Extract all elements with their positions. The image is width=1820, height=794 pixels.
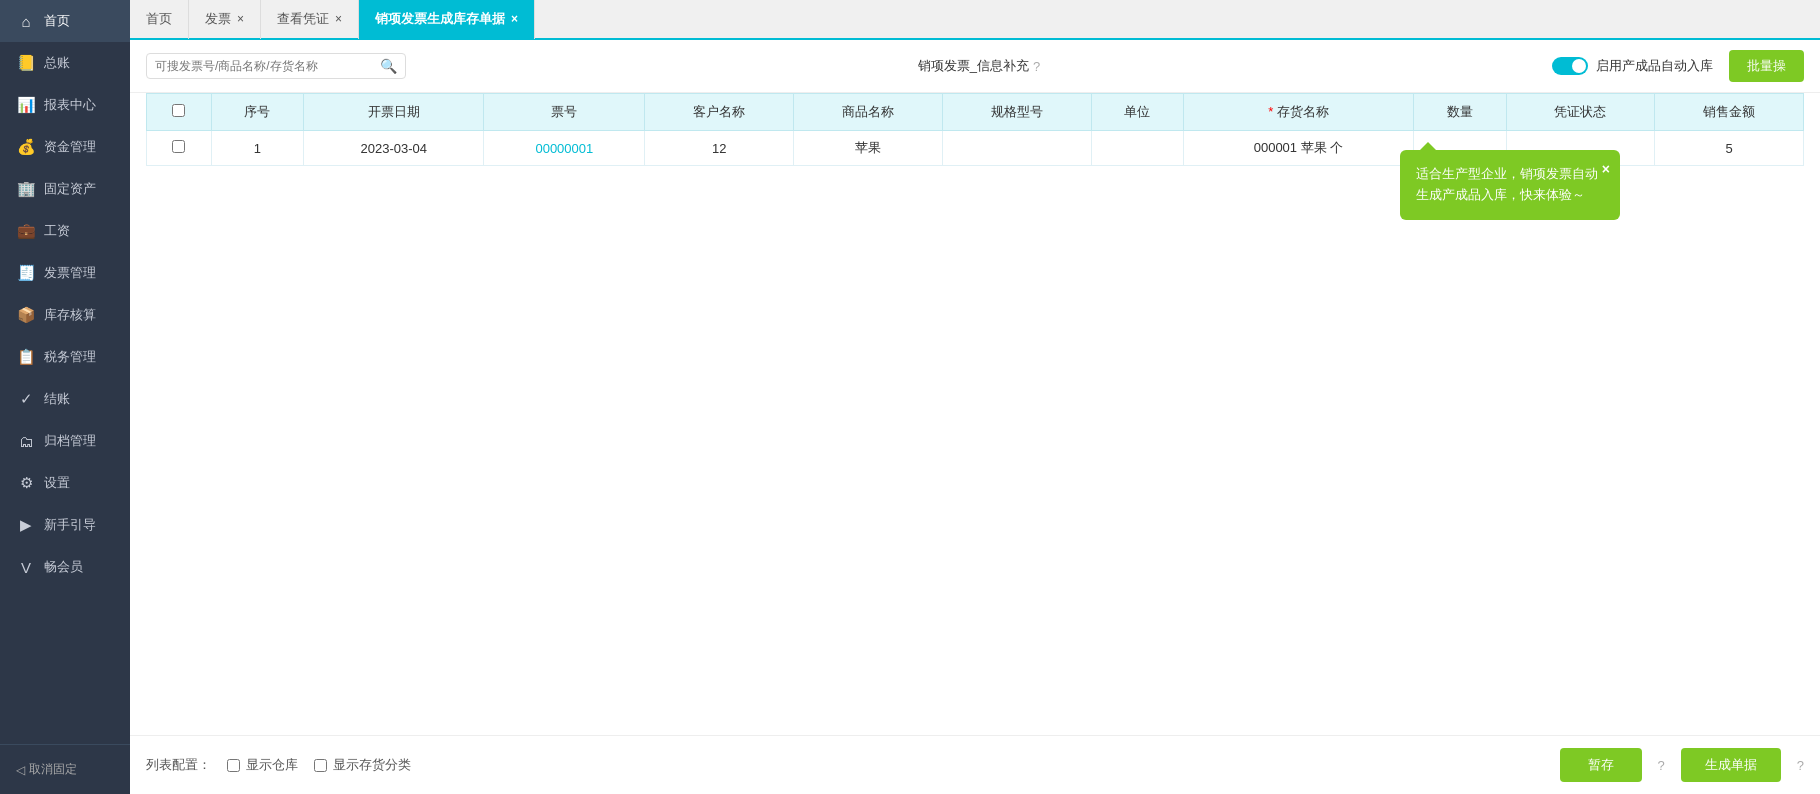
sidebar-item-inventory[interactable]: 📦 库存核算 <box>0 294 130 336</box>
tab-invoice[interactable]: 发票 × <box>189 0 261 39</box>
sidebar-item-archive[interactable]: 🗂 归档管理 <box>0 420 130 462</box>
sidebar-item-tax[interactable]: 📋 税务管理 <box>0 336 130 378</box>
cell-customer: 12 <box>645 131 794 166</box>
list-config-label: 列表配置： <box>146 756 211 774</box>
th-customer: 客户名称 <box>645 94 794 131</box>
auto-warehouse-toggle[interactable] <box>1552 57 1588 75</box>
show-warehouse-label[interactable]: 显示仓库 <box>227 756 298 774</box>
reports-icon: 📊 <box>16 96 36 114</box>
tabbar: 首页 发票 × 查看凭证 × 销项发票生成库存单据 × <box>130 0 1820 40</box>
tax-icon: 📋 <box>16 348 36 366</box>
member-icon: V <box>16 559 36 576</box>
payroll-icon: 💼 <box>16 222 36 240</box>
guide-icon: ▶ <box>16 516 36 534</box>
bottom-actions: 暂存 ? 生成单据 ? <box>1560 748 1804 782</box>
show-category-label[interactable]: 显示存货分类 <box>314 756 411 774</box>
cell-ticket-no: 00000001 <box>484 131 645 166</box>
cell-checkbox <box>147 131 212 166</box>
show-category-checkbox[interactable] <box>314 759 327 772</box>
sidebar-item-member[interactable]: V 畅会员 <box>0 546 130 588</box>
tab-view-voucher-close[interactable]: × <box>335 12 342 26</box>
info-help-icon[interactable]: ? <box>1033 59 1040 74</box>
tab-invoice-close[interactable]: × <box>237 12 244 26</box>
th-checkbox <box>147 94 212 131</box>
tooltip-close-button[interactable]: × <box>1602 158 1610 180</box>
sidebar-item-settlement[interactable]: ✓ 结账 <box>0 378 130 420</box>
invoice-mgmt-icon: 🧾 <box>16 264 36 282</box>
sidebar-item-home[interactable]: ⌂ 首页 <box>0 0 130 42</box>
tab-sales-return-close[interactable]: × <box>511 12 518 26</box>
cell-inventory: 000001 苹果 个 <box>1184 131 1414 166</box>
sidebar-item-reports[interactable]: 📊 报表中心 <box>0 84 130 126</box>
search-box[interactable]: 🔍 <box>146 53 406 79</box>
settings-icon: ⚙ <box>16 474 36 492</box>
tab-view-voucher[interactable]: 查看凭证 × <box>261 0 359 39</box>
th-qty: 数量 <box>1413 94 1506 131</box>
sidebar-item-funds[interactable]: 💰 资金管理 <box>0 126 130 168</box>
undo-fixed-button[interactable]: ◁ 取消固定 <box>0 753 130 786</box>
sidebar-item-ledger[interactable]: 📒 总账 <box>0 42 130 84</box>
sidebar: ⌂ 首页 📒 总账 📊 报表中心 💰 资金管理 🏢 固定资产 💼 工资 🧾 发票… <box>0 0 130 794</box>
tab-sales-return[interactable]: 销项发票生成库存单据 × <box>359 0 535 39</box>
ledger-icon: 📒 <box>16 54 36 72</box>
sidebar-bottom: ◁ 取消固定 <box>0 744 130 794</box>
save-help-icon[interactable]: ? <box>1658 758 1665 773</box>
bottom-bar: 列表配置： 显示仓库 显示存货分类 暂存 ? 生成单据 ? <box>130 735 1820 794</box>
sidebar-item-invoice-mgmt[interactable]: 🧾 发票管理 <box>0 252 130 294</box>
th-inventory: * 存货名称 <box>1184 94 1414 131</box>
cell-spec <box>942 131 1091 166</box>
sidebar-item-assets[interactable]: 🏢 固定资产 <box>0 168 130 210</box>
row-checkbox[interactable] <box>172 140 185 153</box>
cell-sales-amount: 5 <box>1655 131 1804 166</box>
th-seq: 序号 <box>211 94 304 131</box>
home-icon: ⌂ <box>16 13 36 30</box>
th-voucher-status: 凭证状态 <box>1506 94 1655 131</box>
select-all-checkbox[interactable] <box>172 104 185 117</box>
save-button[interactable]: 暂存 <box>1560 748 1642 782</box>
settlement-icon: ✓ <box>16 390 36 408</box>
assets-icon: 🏢 <box>16 180 36 198</box>
generate-help-icon[interactable]: ? <box>1797 758 1804 773</box>
search-icon: 🔍 <box>380 58 397 74</box>
required-star: * <box>1268 104 1277 119</box>
th-product-name: 商品名称 <box>794 94 943 131</box>
generate-button[interactable]: 生成单据 <box>1681 748 1781 782</box>
sidebar-item-payroll[interactable]: 💼 工资 <box>0 210 130 252</box>
th-date: 开票日期 <box>304 94 484 131</box>
funds-icon: 💰 <box>16 138 36 156</box>
th-unit: 单位 <box>1091 94 1184 131</box>
show-warehouse-checkbox[interactable] <box>227 759 240 772</box>
inventory-icon: 📦 <box>16 306 36 324</box>
info-label: 销项发票_信息补充 ? <box>918 57 1040 75</box>
undo-icon: ◁ <box>16 763 25 777</box>
cell-unit <box>1091 131 1184 166</box>
search-input[interactable] <box>155 59 374 73</box>
toolbar: 🔍 销项发票_信息补充 ? 启用产成品自动入库 批量操 <box>130 40 1820 93</box>
toggle-area: 启用产成品自动入库 <box>1552 57 1713 75</box>
th-sales-amount: 销售金额 <box>1655 94 1804 131</box>
cell-seq: 1 <box>211 131 304 166</box>
page-content: 🔍 销项发票_信息补充 ? 启用产成品自动入库 批量操 <box>130 40 1820 794</box>
tooltip-popup: × 适合生产型企业，销项发票自动生成产成品入库，快来体验～ <box>1400 150 1620 220</box>
th-spec: 规格型号 <box>942 94 1091 131</box>
archive-icon: 🗂 <box>16 433 36 450</box>
sidebar-item-settings[interactable]: ⚙ 设置 <box>0 462 130 504</box>
cell-product: 苹果 <box>794 131 943 166</box>
main-area: 首页 发票 × 查看凭证 × 销项发票生成库存单据 × 🔍 销项发票_信息补充 … <box>130 0 1820 794</box>
tab-home[interactable]: 首页 <box>130 0 189 39</box>
batch-button[interactable]: 批量操 <box>1729 50 1804 82</box>
sidebar-item-guide[interactable]: ▶ 新手引导 <box>0 504 130 546</box>
th-ticket-no: 票号 <box>484 94 645 131</box>
ticket-link[interactable]: 00000001 <box>535 141 593 156</box>
table-header-row: 序号 开票日期 票号 客户名称 商品名称 规格型号 单位 * 存货名称 数量 凭… <box>147 94 1804 131</box>
cell-date: 2023-03-04 <box>304 131 484 166</box>
